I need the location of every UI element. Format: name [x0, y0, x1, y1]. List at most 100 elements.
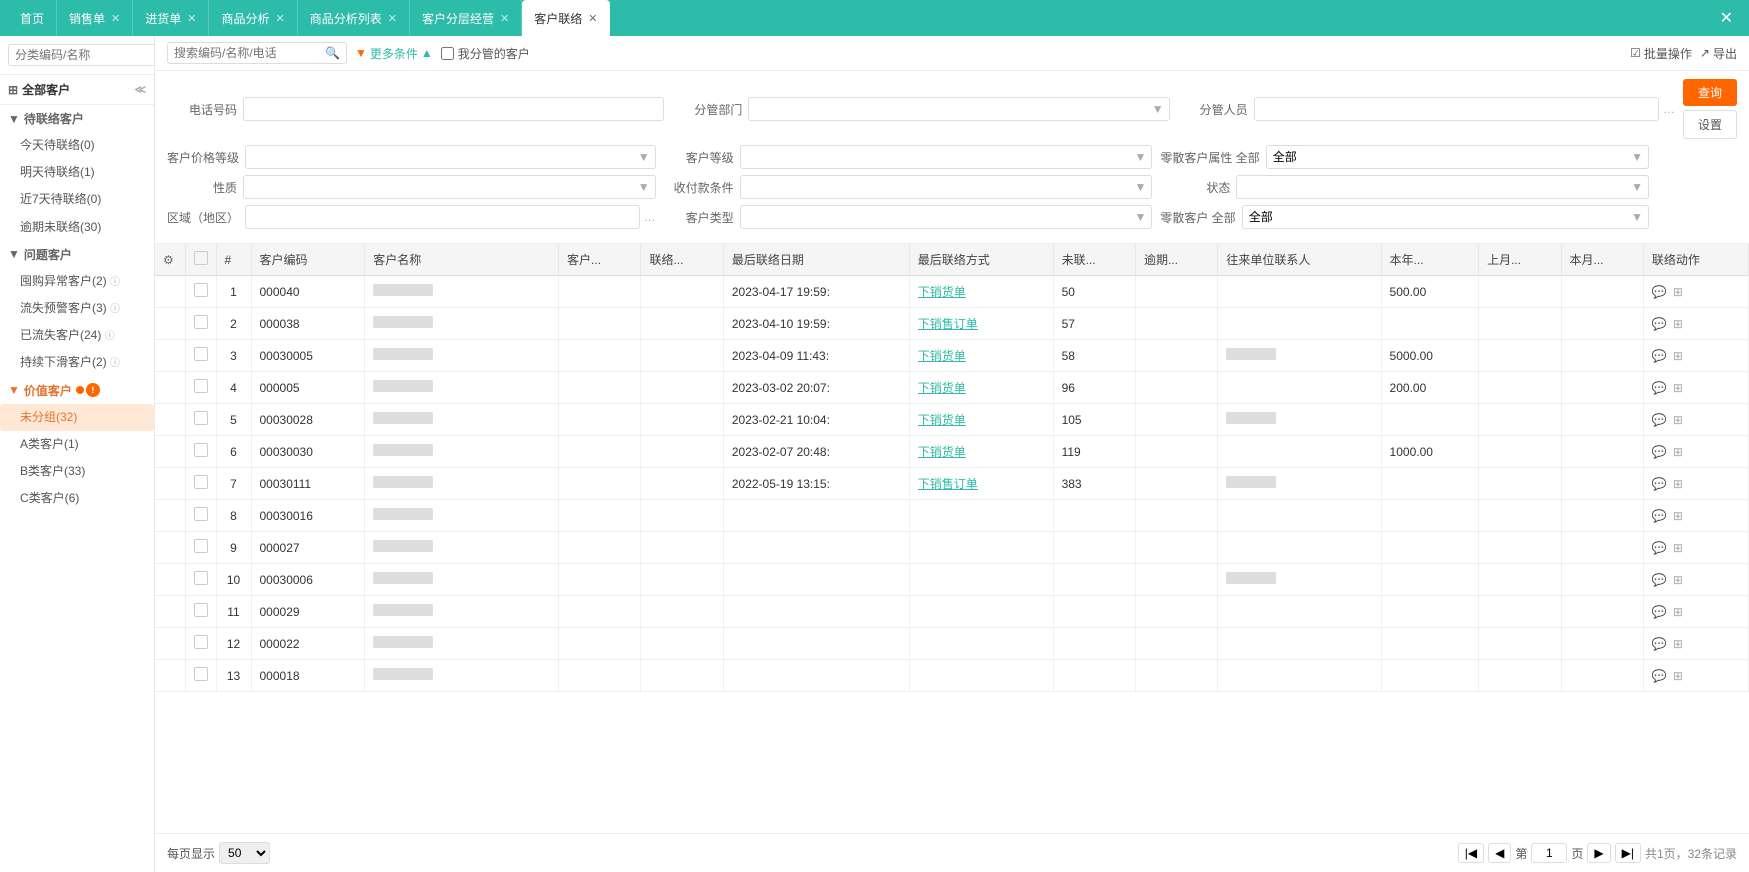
close-sales-tab[interactable]: ✕ — [111, 12, 120, 25]
action-chat-icon-5[interactable]: 💬 — [1652, 445, 1667, 459]
action-grid-icon-3[interactable]: ⊞ — [1673, 381, 1683, 395]
filter-search-input[interactable] — [174, 46, 325, 60]
query-button[interactable]: 查询 — [1683, 79, 1737, 106]
sidebar-item-7days[interactable]: 近7天待联络(0) — [0, 186, 154, 213]
row-check-8[interactable] — [185, 532, 216, 564]
row-check-11[interactable] — [185, 628, 216, 660]
action-chat-icon-10[interactable]: 💬 — [1652, 605, 1667, 619]
nature-select[interactable] — [243, 175, 656, 199]
status-select[interactable] — [1236, 175, 1649, 199]
filter-more-button[interactable]: ▼ 更多条件 ▲ — [355, 45, 433, 62]
row-last-method-3[interactable]: 下销货单 — [909, 372, 1053, 404]
row-check-6[interactable] — [185, 468, 216, 500]
row-last-method-0[interactable]: 下销货单 — [909, 276, 1053, 308]
action-grid-icon-0[interactable]: ⊞ — [1673, 285, 1683, 299]
action-grid-icon-1[interactable]: ⊞ — [1673, 317, 1683, 331]
filter-my-customer[interactable]: 我分管的客户 — [441, 45, 530, 62]
row-check-5[interactable] — [185, 436, 216, 468]
tab-sales[interactable]: 销售单 ✕ — [57, 0, 133, 36]
filter-search-icon[interactable]: 🔍 — [325, 46, 340, 60]
action-chat-icon-1[interactable]: 💬 — [1652, 317, 1667, 331]
action-grid-icon-7[interactable]: ⊞ — [1673, 509, 1683, 523]
action-grid-icon-9[interactable]: ⊞ — [1673, 573, 1683, 587]
row-last-method-5[interactable]: 下销货单 — [909, 436, 1053, 468]
action-chat-icon-8[interactable]: 💬 — [1652, 541, 1667, 555]
tab-purchase[interactable]: 进货单 ✕ — [133, 0, 209, 36]
sidebar-item-declining[interactable]: 持续下滑客户(2) ⓘ — [0, 349, 154, 376]
sidebar-search-input[interactable] — [8, 44, 155, 66]
row-check-0[interactable] — [185, 276, 216, 308]
action-grid-icon-2[interactable]: ⊞ — [1673, 349, 1683, 363]
next-page-button[interactable]: ▶ — [1587, 843, 1610, 863]
sidebar-item-abnormal[interactable]: 囤购异常客户(2) ⓘ — [0, 268, 154, 295]
sidebar-collapse-arrow[interactable]: ≪ — [134, 83, 146, 96]
export-button[interactable]: ↗ 导出 — [1700, 45, 1737, 62]
price-level-select[interactable] — [245, 145, 656, 169]
first-page-button[interactable]: |◀ — [1458, 843, 1484, 863]
sidebar-all-customers[interactable]: ⊞ 全部客户 ≪ — [0, 75, 154, 105]
action-chat-icon-7[interactable]: 💬 — [1652, 509, 1667, 523]
last-page-button[interactable]: ▶| — [1615, 843, 1641, 863]
th-settings[interactable]: ⚙ — [155, 244, 185, 276]
my-customer-checkbox[interactable] — [441, 47, 454, 60]
action-grid-icon-12[interactable]: ⊞ — [1673, 669, 1683, 683]
row-last-method-2[interactable]: 下销货单 — [909, 340, 1053, 372]
sidebar-item-ungroup[interactable]: 未分组(32) — [0, 404, 154, 431]
row-check-3[interactable] — [185, 372, 216, 404]
dept-select[interactable] — [748, 97, 1169, 121]
action-chat-icon-3[interactable]: 💬 — [1652, 381, 1667, 395]
action-grid-icon-5[interactable]: ⊞ — [1673, 445, 1683, 459]
action-grid-icon-6[interactable]: ⊞ — [1673, 477, 1683, 491]
close-purchase-tab[interactable]: ✕ — [187, 12, 196, 25]
customer-type-select[interactable] — [740, 205, 1153, 229]
action-chat-icon-6[interactable]: 💬 — [1652, 477, 1667, 491]
row-check-12[interactable] — [185, 660, 216, 692]
action-chat-icon-11[interactable]: 💬 — [1652, 637, 1667, 651]
customer-level-select[interactable] — [740, 145, 1153, 169]
action-grid-icon-4[interactable]: ⊞ — [1673, 413, 1683, 427]
reset-button[interactable]: 设置 — [1683, 110, 1737, 139]
sidebar-item-b-class[interactable]: B类客户(33) — [0, 458, 154, 485]
sidebar-group-value[interactable]: ▼ 价值客户 ! — [0, 377, 154, 404]
row-check-9[interactable] — [185, 564, 216, 596]
bulk-action-button[interactable]: ☑ 批量操作 — [1630, 45, 1692, 62]
tab-customer-contact[interactable]: 客户联络 ✕ — [522, 0, 610, 36]
action-chat-icon-0[interactable]: 💬 — [1652, 285, 1667, 299]
row-last-method-6[interactable]: 下销售订单 — [909, 468, 1053, 500]
page-input[interactable] — [1531, 843, 1567, 863]
tab-homepage[interactable]: 首页 — [8, 0, 57, 36]
action-chat-icon-2[interactable]: 💬 — [1652, 349, 1667, 363]
tab-customer-tier[interactable]: 客户分层经营 ✕ — [410, 0, 522, 36]
manager-input[interactable] — [1254, 97, 1659, 121]
phone-input[interactable] — [243, 97, 664, 121]
close-tier-tab[interactable]: ✕ — [500, 12, 509, 25]
action-chat-icon-12[interactable]: 💬 — [1652, 669, 1667, 683]
global-close-button[interactable]: ✕ — [1712, 8, 1741, 28]
region-input[interactable] — [245, 205, 640, 229]
close-analysis-list-tab[interactable]: ✕ — [388, 12, 397, 25]
sidebar-item-a-class[interactable]: A类客户(1) — [0, 431, 154, 458]
action-grid-icon-8[interactable]: ⊞ — [1673, 541, 1683, 555]
sidebar-item-overdue[interactable]: 逾期未联络(30) — [0, 214, 154, 241]
action-chat-icon-9[interactable]: 💬 — [1652, 573, 1667, 587]
row-last-method-1[interactable]: 下销售订单 — [909, 308, 1053, 340]
action-chat-icon-4[interactable]: 💬 — [1652, 413, 1667, 427]
tab-analysis-list[interactable]: 商品分析列表 ✕ — [298, 0, 410, 36]
action-grid-icon-11[interactable]: ⊞ — [1673, 637, 1683, 651]
sidebar-item-churn-warning[interactable]: 流失预警客户(3) ⓘ — [0, 295, 154, 322]
sidebar-item-today[interactable]: 今天待联络(0) — [0, 132, 154, 159]
prev-page-button[interactable]: ◀ — [1488, 843, 1511, 863]
row-check-10[interactable] — [185, 596, 216, 628]
row-check-2[interactable] — [185, 340, 216, 372]
row-check-7[interactable] — [185, 500, 216, 532]
retail-select[interactable]: 全部 — [1242, 205, 1649, 229]
retail-attr-select[interactable]: 全部 — [1266, 145, 1649, 169]
row-check-1[interactable] — [185, 308, 216, 340]
manager-ellipsis[interactable]: … — [1663, 102, 1675, 116]
sidebar-item-churned[interactable]: 已流失客户(24) ⓘ — [0, 322, 154, 349]
row-check-4[interactable] — [185, 404, 216, 436]
per-page-select[interactable]: 50 100 200 — [219, 842, 270, 864]
close-contact-tab[interactable]: ✕ — [588, 12, 597, 25]
sidebar-item-c-class[interactable]: C类客户(6) — [0, 485, 154, 512]
close-analysis-tab[interactable]: ✕ — [276, 12, 285, 25]
